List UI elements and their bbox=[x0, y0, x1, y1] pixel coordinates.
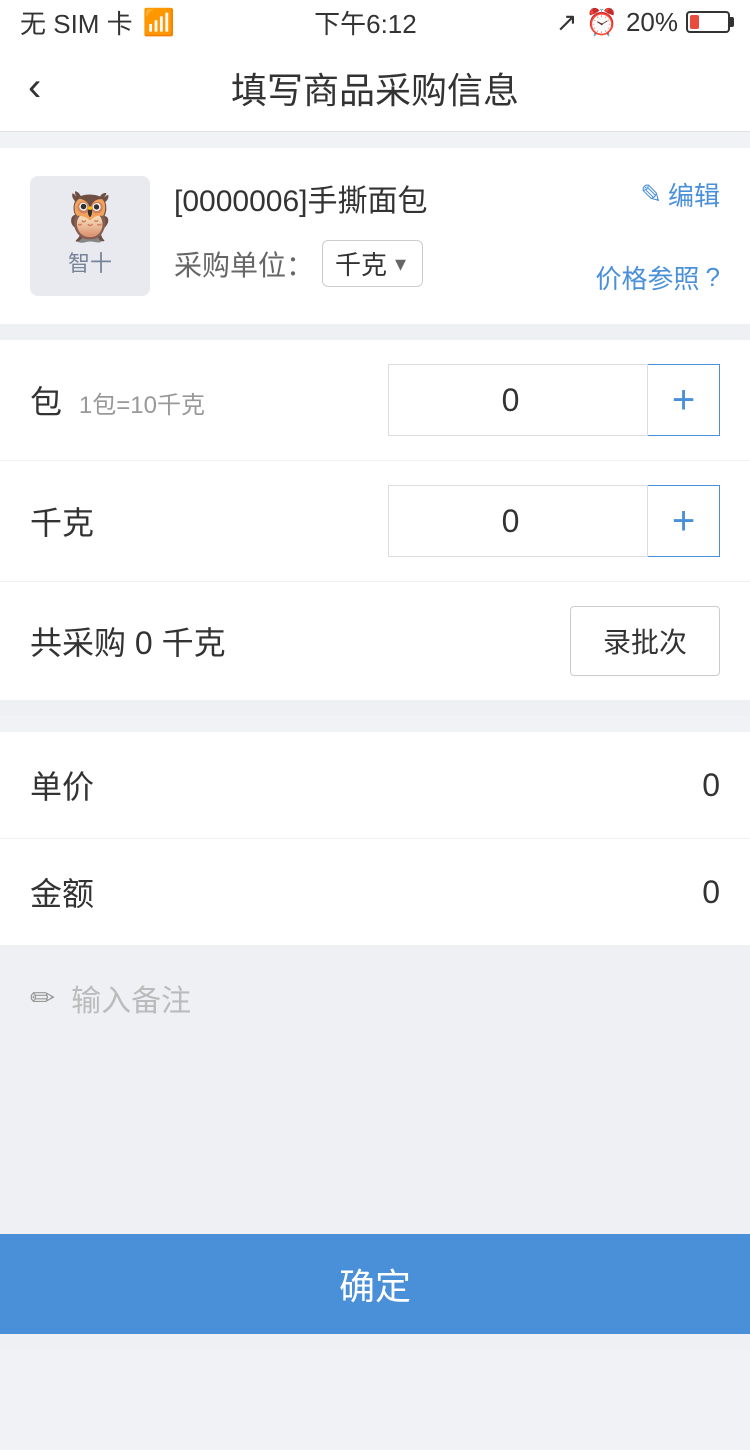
kg-input-control: + bbox=[388, 485, 720, 557]
detail-section: 单价 0 金额 0 bbox=[0, 732, 750, 946]
remark-placeholder: 输入备注 bbox=[71, 976, 191, 1020]
edit-icon: ✎ bbox=[640, 179, 662, 210]
status-bar: 无 SIM 卡 📶 下午6:12 ↗ ⏰ 20% bbox=[0, 0, 750, 44]
help-icon: ? bbox=[706, 262, 720, 293]
bag-input-control: + bbox=[388, 364, 720, 436]
amount-label: 金额 bbox=[30, 869, 94, 915]
battery-bar bbox=[686, 11, 730, 33]
remark-section[interactable]: ✏ 输入备注 bbox=[0, 946, 750, 1050]
unit-price-row: 单价 0 bbox=[0, 732, 750, 839]
location-icon: ↗ bbox=[556, 7, 578, 38]
unit-price-value: 0 bbox=[702, 767, 720, 804]
page-title: 填写商品采购信息 bbox=[231, 62, 519, 114]
unit-price-label: 单价 bbox=[30, 762, 94, 808]
unit-label: 采购单位： bbox=[174, 244, 314, 284]
alarm-icon: ⏰ bbox=[586, 7, 618, 38]
product-card: 🦉 智十 [0000006]手撕面包 采购单位： 千克 ▾ ✎ 编辑 价格参照 … bbox=[0, 148, 750, 324]
carrier-text: 无 SIM 卡 bbox=[20, 4, 133, 41]
kg-quantity-input[interactable] bbox=[388, 485, 648, 557]
bag-sub-label: 1包=10千克 bbox=[79, 392, 205, 419]
section-divider-1 bbox=[0, 324, 750, 340]
product-name: [0000006]手撕面包 bbox=[174, 176, 720, 220]
bag-quantity-input[interactable] bbox=[388, 364, 648, 436]
nav-bar: ‹ 填写商品采购信息 bbox=[0, 44, 750, 132]
edit-label: 编辑 bbox=[668, 176, 720, 213]
price-ref-label: 价格参照 bbox=[596, 259, 700, 296]
price-reference-button[interactable]: 价格参照 ? bbox=[596, 259, 720, 296]
unit-select-value: 千克 bbox=[335, 245, 387, 282]
status-left: 无 SIM 卡 📶 bbox=[20, 4, 175, 41]
bag-label: 包 1包=10千克 bbox=[30, 377, 388, 423]
edit-button[interactable]: ✎ 编辑 bbox=[640, 176, 720, 213]
confirm-button[interactable]: 确定 bbox=[0, 1234, 750, 1334]
kg-label: 千克 bbox=[30, 498, 388, 544]
battery-percent: 20% bbox=[626, 7, 678, 38]
bag-increment-button[interactable]: + bbox=[648, 364, 720, 436]
bag-input-row: 包 1包=10千克 + bbox=[0, 340, 750, 461]
product-logo-icon: 🦉 bbox=[60, 194, 120, 242]
status-right: ↗ ⏰ 20% bbox=[556, 7, 730, 38]
batch-record-button[interactable]: 录批次 bbox=[570, 606, 720, 676]
product-image: 🦉 智十 bbox=[30, 176, 150, 296]
kg-increment-button[interactable]: + bbox=[648, 485, 720, 557]
total-purchase-text: 共采购 0 千克 bbox=[30, 618, 226, 664]
amount-row: 金额 0 bbox=[0, 839, 750, 946]
status-time: 下午6:12 bbox=[314, 4, 417, 41]
back-button[interactable]: ‹ bbox=[28, 65, 41, 110]
unit-select-dropdown[interactable]: 千克 ▾ bbox=[322, 240, 423, 287]
summary-row: 共采购 0 千克 录批次 bbox=[0, 582, 750, 700]
pencil-icon: ✏ bbox=[30, 981, 55, 1016]
product-brand-text: 智十 bbox=[68, 246, 112, 278]
kg-input-row: 千克 + bbox=[0, 461, 750, 582]
quantity-input-section: 包 1包=10千克 + 千克 + bbox=[0, 340, 750, 582]
chevron-down-icon: ▾ bbox=[395, 251, 406, 277]
amount-value: 0 bbox=[702, 874, 720, 911]
section-divider-2 bbox=[0, 700, 750, 716]
battery-fill bbox=[690, 15, 699, 29]
wifi-icon: 📶 bbox=[143, 7, 175, 38]
